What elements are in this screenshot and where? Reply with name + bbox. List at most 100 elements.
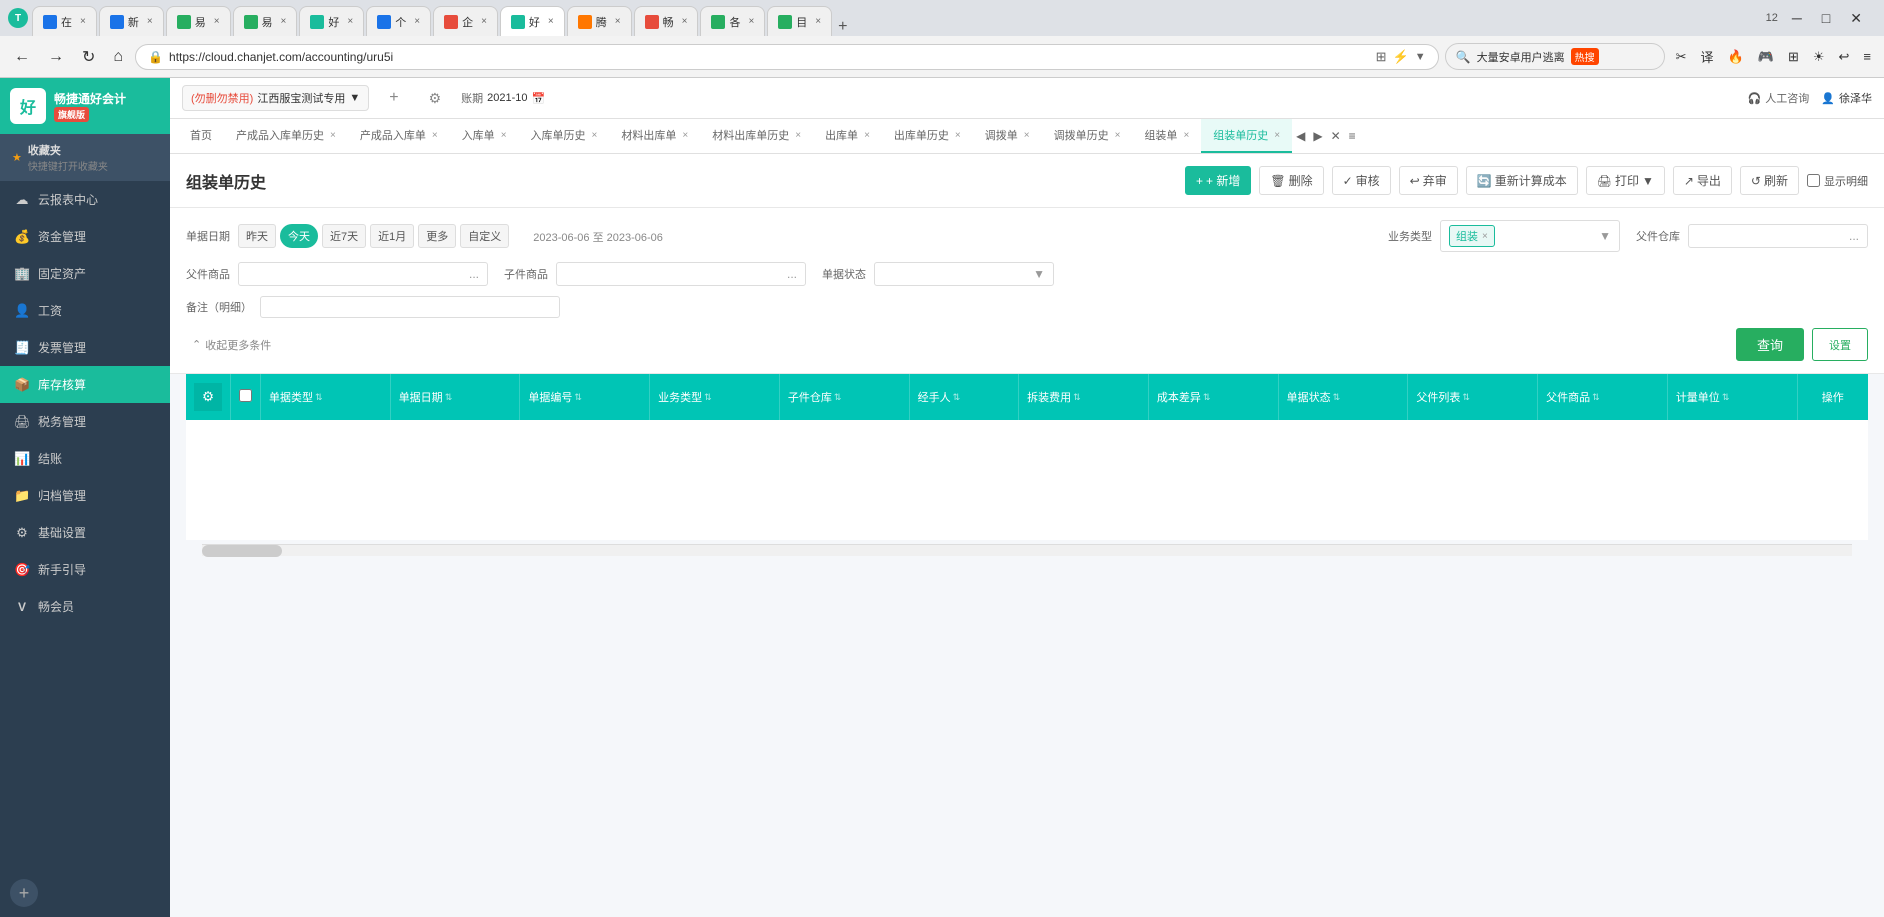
nav-item-cloud-report[interactable]: ☁ 云报表中心: [0, 181, 170, 218]
page-tab-material-out-history[interactable]: 材料出库单历史 ×: [700, 119, 813, 153]
tab-9[interactable]: 腾×: [567, 6, 632, 36]
page-tab-finished-goods-history[interactable]: 产成品入库单历史 ×: [224, 119, 348, 153]
translate-icon-btn[interactable]: 译: [1696, 44, 1719, 69]
tab-7[interactable]: 企×: [433, 6, 498, 36]
page-tab-ob-hist-close[interactable]: ×: [955, 130, 961, 141]
th-parent-list[interactable]: 父件列表 ⇅: [1408, 374, 1538, 420]
nav-item-tax[interactable]: 🖨 税务管理: [0, 403, 170, 440]
sub-goods-input[interactable]: ...: [556, 262, 806, 286]
abandon-button[interactable]: ↩ 弃审: [1399, 166, 1458, 195]
nav-item-invoice[interactable]: 🧾 发票管理: [0, 329, 170, 366]
nav-item-guide[interactable]: 🎯 新手引导: [0, 551, 170, 588]
th-sub-warehouse[interactable]: 子件仓库 ⇅: [779, 374, 909, 420]
page-tab-assembly-close[interactable]: ×: [1183, 130, 1189, 141]
sidebar-favorites[interactable]: ★ 收藏夹 快捷键打开收藏夹: [0, 134, 170, 181]
company-selector[interactable]: (勿删勿禁用) 江西服宝测试专用 ▼: [182, 85, 369, 111]
show-detail-checkbox[interactable]: [1807, 174, 1820, 187]
tab-3[interactable]: 易×: [166, 6, 231, 36]
tab-1[interactable]: 在×: [32, 6, 97, 36]
address-bar[interactable]: 🔒 https://cloud.chanjet.com/accounting/u…: [135, 44, 1439, 70]
parent-goods-input[interactable]: ...: [238, 262, 488, 286]
add-company-button[interactable]: +: [379, 84, 408, 112]
th-checkbox[interactable]: [230, 374, 260, 420]
th-type[interactable]: 单据类型 ⇅: [260, 374, 390, 420]
remark-input[interactable]: [260, 296, 560, 318]
th-disassemble-fee[interactable]: 拆装费用 ⇅: [1019, 374, 1149, 420]
print-button[interactable]: 🖨 打印 ▼: [1586, 166, 1665, 195]
home-button[interactable]: ⌂: [107, 44, 129, 70]
nav-item-closing[interactable]: 📊 结账: [0, 440, 170, 477]
menu-icon-btn[interactable]: ≡: [1858, 46, 1876, 67]
th-cost-diff[interactable]: 成本差异 ⇅: [1148, 374, 1278, 420]
page-tab-assembly-history[interactable]: 组装单历史 ×: [1201, 119, 1292, 153]
page-tab-inbound-history[interactable]: 入库单历史 ×: [519, 119, 610, 153]
scissors-icon-btn[interactable]: ✂: [1671, 46, 1692, 68]
new-tab-button[interactable]: +: [834, 18, 851, 36]
company-settings-button[interactable]: ⚙: [419, 85, 452, 112]
nav-item-settings[interactable]: ⚙ 基础设置: [0, 514, 170, 551]
tab-4[interactable]: 易×: [233, 6, 298, 36]
date-1month-btn[interactable]: 近1月: [370, 224, 414, 248]
nav-item-inventory[interactable]: 📦 库存核算: [0, 366, 170, 403]
th-settings[interactable]: ⚙: [186, 374, 230, 420]
add-circle-button[interactable]: +: [10, 879, 38, 907]
date-yesterday-btn[interactable]: 昨天: [238, 224, 276, 248]
undo-icon-btn[interactable]: ↩: [1834, 46, 1855, 68]
th-biz-type[interactable]: 业务类型 ⇅: [650, 374, 780, 420]
tab-6[interactable]: 个×: [366, 6, 431, 36]
page-tab-assembly-hist-close[interactable]: ×: [1274, 130, 1280, 141]
column-settings-button[interactable]: ⚙: [194, 383, 222, 411]
parent-warehouse-input[interactable]: ...: [1688, 224, 1868, 248]
tab-12[interactable]: 目×: [767, 6, 832, 36]
nav-item-funds[interactable]: 💰 资金管理: [0, 218, 170, 255]
scroll-thumb[interactable]: [202, 545, 282, 557]
biz-type-tag-remove[interactable]: ×: [1482, 231, 1488, 242]
th-parent-goods[interactable]: 父件商品 ⇅: [1538, 374, 1668, 420]
page-tab-mat-out-close[interactable]: ×: [682, 130, 688, 141]
th-handler[interactable]: 经手人 ⇅: [909, 374, 1019, 420]
page-tab-transfer-close[interactable]: ×: [1024, 130, 1030, 141]
forward-button[interactable]: →: [42, 44, 70, 70]
tab-5[interactable]: 好×: [299, 6, 364, 36]
tab-2[interactable]: 新×: [99, 6, 164, 36]
audit-button[interactable]: ✓ 审核: [1332, 166, 1391, 195]
back-button[interactable]: ←: [8, 44, 36, 70]
nav-item-payroll[interactable]: 👤 工资: [0, 292, 170, 329]
horizontal-scrollbar[interactable]: [202, 544, 1852, 556]
grid-icon-btn[interactable]: ⊞: [1783, 46, 1804, 68]
page-tab-fg-hist-close[interactable]: ×: [330, 130, 336, 141]
select-all-checkbox[interactable]: [239, 389, 252, 402]
parent-warehouse-more[interactable]: ...: [1849, 229, 1859, 243]
th-unit[interactable]: 计量单位 ⇅: [1667, 374, 1797, 420]
maximize-button[interactable]: □: [1816, 8, 1836, 28]
page-tab-material-out[interactable]: 材料出库单 ×: [609, 119, 700, 153]
scroll-area[interactable]: [170, 544, 1884, 556]
page-tab-mat-out-hist-close[interactable]: ×: [795, 130, 801, 141]
th-date[interactable]: 单据日期 ⇅: [390, 374, 520, 420]
page-tab-finished-goods[interactable]: 产成品入库单 ×: [348, 119, 450, 153]
tab-menu[interactable]: ≡: [1345, 125, 1360, 147]
refresh-button[interactable]: ↺ 刷新: [1740, 166, 1799, 195]
th-number[interactable]: 单据编号 ⇅: [520, 374, 650, 420]
show-detail-toggle[interactable]: 显示明细: [1807, 173, 1868, 189]
th-order-status[interactable]: 单据状态 ⇅: [1278, 374, 1408, 420]
date-7days-btn[interactable]: 近7天: [322, 224, 366, 248]
page-tab-transfer-history[interactable]: 调拨单历史 ×: [1042, 119, 1133, 153]
page-tab-home[interactable]: 首页: [178, 119, 224, 153]
page-tab-ob-close[interactable]: ×: [864, 130, 870, 141]
filter-settings-button[interactable]: 设置: [1812, 328, 1868, 361]
close-button[interactable]: ✕: [1844, 8, 1868, 29]
tab-11[interactable]: 各×: [700, 6, 765, 36]
page-tab-ib-hist-close[interactable]: ×: [592, 130, 598, 141]
sub-goods-more[interactable]: ...: [787, 267, 797, 281]
new-button[interactable]: + + 新增: [1185, 166, 1251, 195]
page-tab-inbound-close[interactable]: ×: [501, 130, 507, 141]
page-tab-fg-close[interactable]: ×: [432, 130, 438, 141]
game-icon-btn[interactable]: 🎮: [1753, 46, 1779, 68]
tab-10[interactable]: 畅×: [634, 6, 699, 36]
page-tab-outbound[interactable]: 出库单 ×: [813, 119, 882, 153]
date-more-btn[interactable]: 更多: [418, 224, 456, 248]
date-today-btn[interactable]: 今天: [280, 224, 318, 248]
page-tab-transfer-hist-close[interactable]: ×: [1115, 130, 1121, 141]
tab-close-all[interactable]: ✕: [1327, 125, 1345, 147]
